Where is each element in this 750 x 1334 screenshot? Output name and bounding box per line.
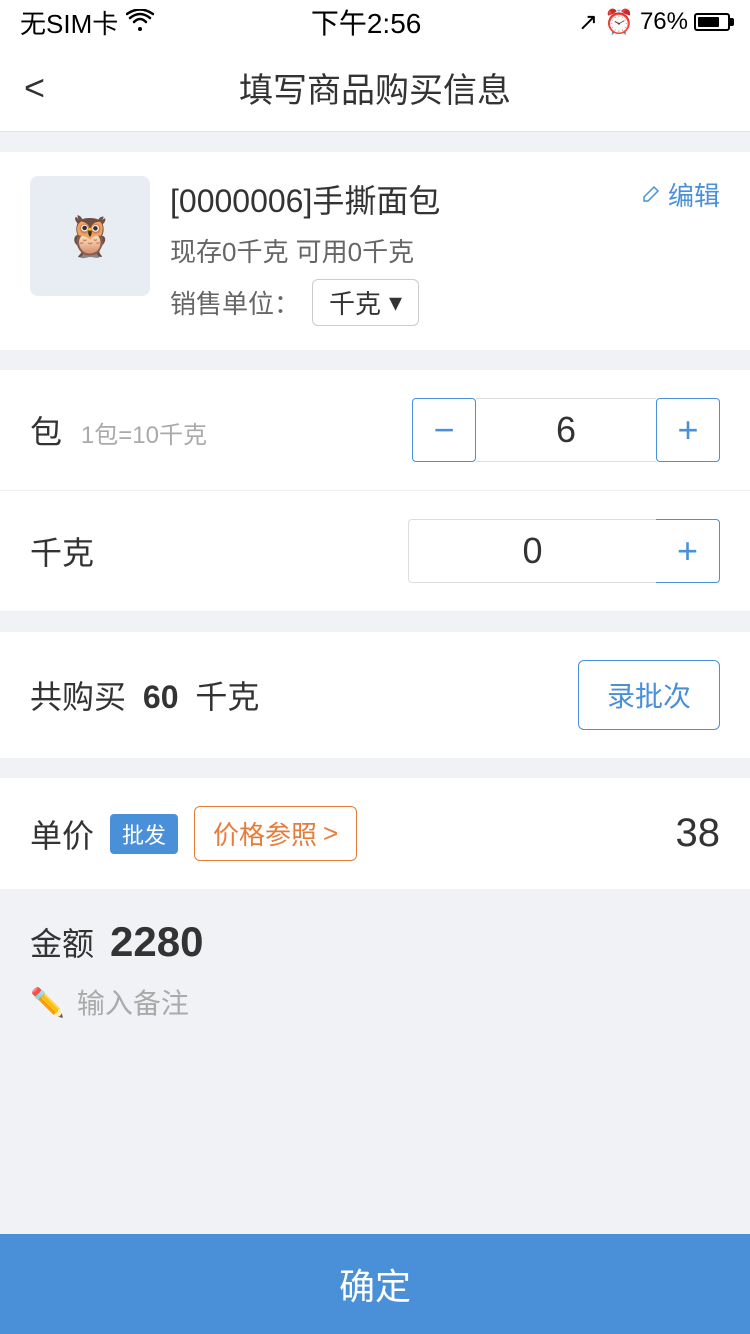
alarm-icon: ⏰: [604, 8, 634, 37]
back-button[interactable]: <: [24, 67, 45, 109]
nav-bar: < 填写商品购买信息: [0, 44, 750, 132]
price-value: 38: [676, 811, 721, 856]
confirm-button[interactable]: 确定: [0, 1234, 750, 1334]
price-ref-arrow: >: [323, 818, 338, 849]
qty-minus-bao[interactable]: −: [412, 398, 476, 462]
edit-button[interactable]: 编辑: [640, 176, 720, 213]
product-unit-row: 销售单位： 千克 ▾: [170, 279, 720, 326]
quantity-row-bao: 包 1包=10千克 − 6 +: [0, 370, 750, 491]
amount-row: 金额 2280: [30, 918, 720, 966]
quantity-section: 包 1包=10千克 − 6 + 千克 0 +: [0, 370, 750, 612]
page-title: 填写商品购买信息: [239, 63, 511, 112]
gps-icon: ↗: [578, 8, 598, 37]
batch-button[interactable]: 录批次: [578, 660, 720, 730]
qty-controls-kg: 0 +: [408, 519, 720, 583]
status-time: 下午2:56: [311, 2, 422, 42]
total-text: 共购买 60 千克: [30, 672, 259, 718]
wifi-icon: [126, 7, 154, 38]
total-value: 60: [143, 679, 179, 715]
unit-selector[interactable]: 千克 ▾: [312, 279, 419, 326]
price-section: 单价 批发 价格参照 > 38: [0, 778, 750, 890]
product-name: [0000006]手撕面包: [170, 176, 440, 222]
qty-input-bao[interactable]: 6: [476, 398, 656, 462]
qty-hint-bao: 1包=10千克: [81, 422, 207, 449]
price-tag: 批发: [110, 814, 178, 854]
note-row[interactable]: ✏️ 输入备注: [30, 982, 720, 1042]
qty-plus-kg[interactable]: +: [656, 519, 720, 583]
qty-label-bao: 包 1包=10千克: [30, 407, 412, 453]
note-label: 输入备注: [77, 982, 189, 1022]
dropdown-icon: ▾: [389, 287, 402, 318]
status-left: 无SIM卡: [20, 4, 154, 41]
unit-value: 千克: [329, 284, 381, 321]
carrier-label: 无SIM卡: [20, 4, 118, 41]
qty-plus-bao[interactable]: +: [656, 398, 720, 462]
product-logo: 🦉: [65, 213, 115, 260]
battery-percent: 76%: [640, 8, 688, 36]
note-icon: ✏️: [30, 986, 65, 1019]
total-section: 共购买 60 千克 录批次: [0, 632, 750, 758]
price-ref-label: 价格参照: [213, 815, 317, 852]
product-header-row: [0000006]手撕面包 编辑: [170, 176, 720, 232]
qty-label-kg: 千克: [30, 528, 408, 574]
product-stock: 现存0千克 可用0千克: [170, 232, 720, 269]
qty-input-kg[interactable]: 0: [408, 519, 656, 583]
amount-label: 金额: [30, 919, 94, 965]
qty-controls-bao: − 6 +: [412, 398, 720, 462]
battery-icon: [694, 13, 730, 31]
amount-section: 金额 2280 ✏️ 输入备注: [0, 890, 750, 1042]
section-divider: [0, 758, 750, 778]
product-image: 🦉: [30, 176, 150, 296]
amount-value: 2280: [110, 918, 203, 966]
bottom-spacer: [0, 1042, 750, 1162]
price-ref-button[interactable]: 价格参照 >: [194, 806, 357, 861]
status-bar: 无SIM卡 下午2:56 ↗ ⏰ 76%: [0, 0, 750, 44]
product-card: 🦉 [0000006]手撕面包 编辑 现存0千克 可用0千克 销售单位： 千克 …: [0, 152, 750, 350]
product-info: [0000006]手撕面包 编辑 现存0千克 可用0千克 销售单位： 千克 ▾: [170, 176, 720, 326]
price-label: 单价: [30, 811, 94, 857]
unit-label: 销售单位：: [170, 284, 300, 321]
status-right: ↗ ⏰ 76%: [578, 8, 730, 37]
quantity-row-kg: 千克 0 +: [0, 491, 750, 612]
